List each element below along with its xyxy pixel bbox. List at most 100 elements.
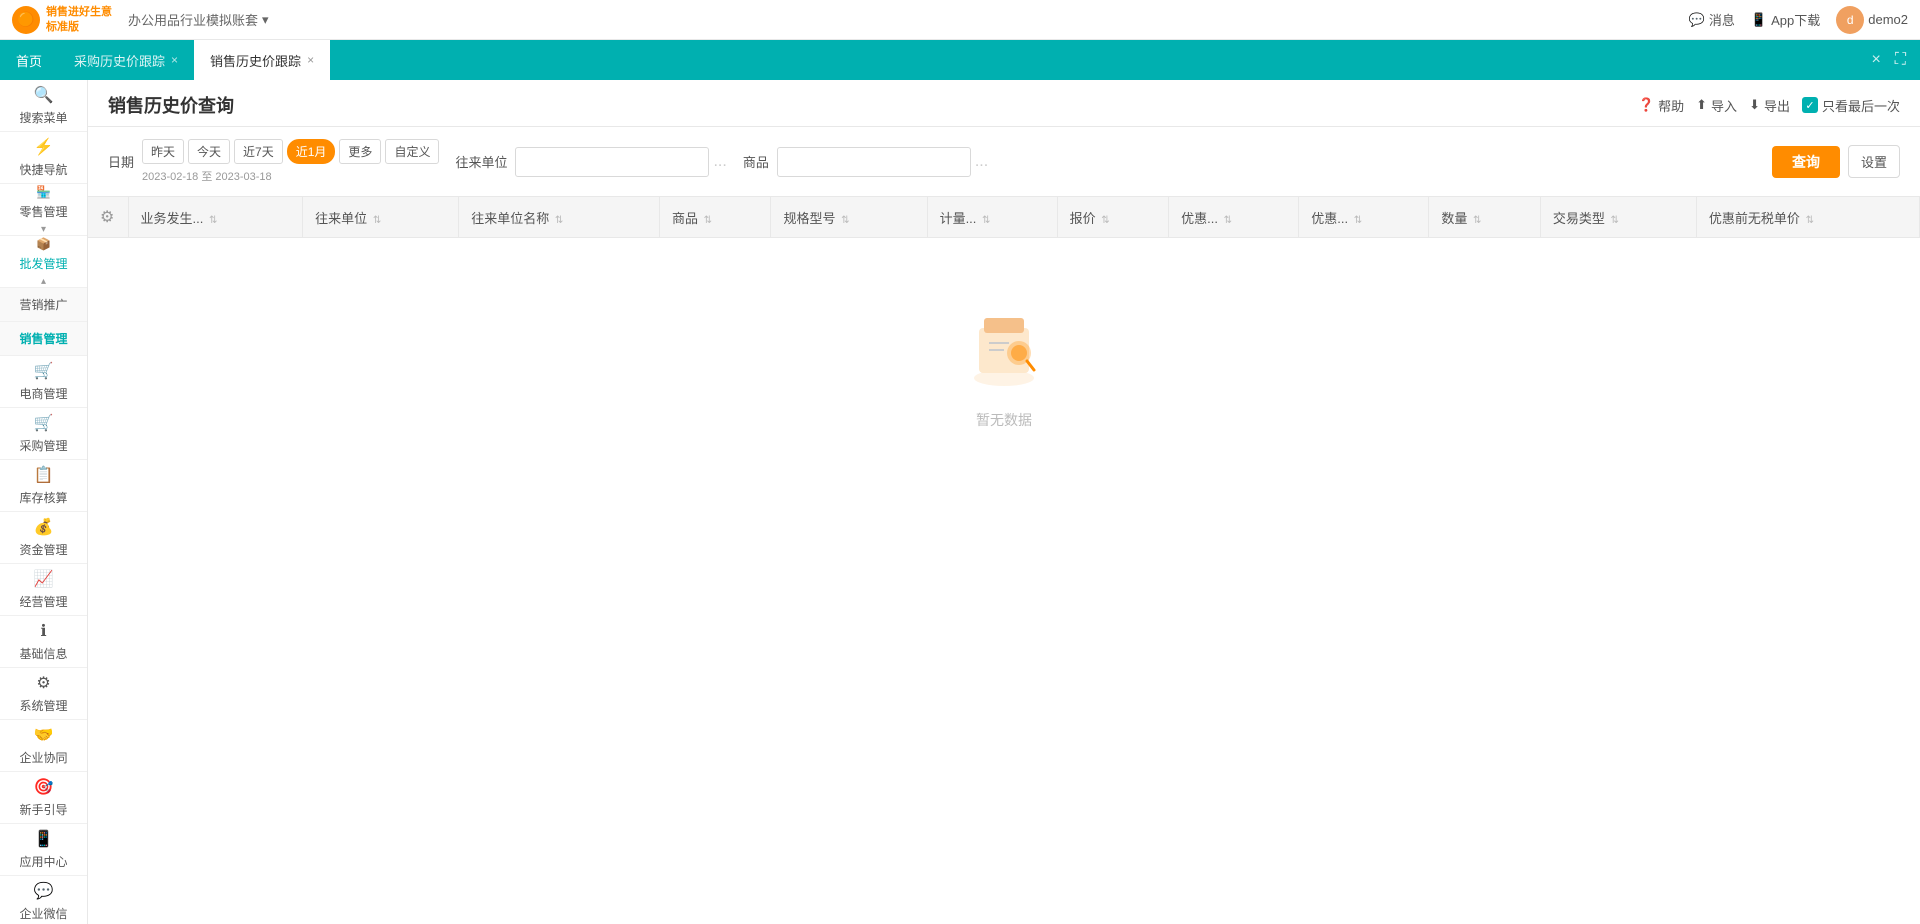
th-partner-code[interactable]: 往来单位 ⇅	[303, 197, 459, 238]
main-layout: 🔍 搜索菜单 ⚡ 快捷导航 🏪 零售管理 ▾ 📦 批发管理 ▴ 营销推广 销售管…	[0, 80, 1920, 924]
user-menu[interactable]: d demo2	[1836, 6, 1908, 34]
logo-area: 🟠 销售进好生意 标准版	[12, 5, 112, 34]
sidebar: 🔍 搜索菜单 ⚡ 快捷导航 🏪 零售管理 ▾ 📦 批发管理 ▴ 营销推广 销售管…	[0, 80, 88, 924]
system-icon: ⚙	[36, 673, 50, 693]
partner-input-group: ...	[515, 147, 726, 177]
sidebar-item-shortcut[interactable]: ⚡ 快捷导航	[0, 132, 87, 184]
date-last7-btn[interactable]: 近7天	[234, 139, 283, 164]
sidebar-item-finance[interactable]: 💰 资金管理	[0, 512, 87, 564]
th-quoted-price[interactable]: 报价 ⇅	[1057, 197, 1169, 238]
partner-label: 往来单位	[455, 152, 507, 171]
wechat-icon: 💬	[34, 881, 54, 901]
sort-arrows-quantity: ⇅	[1473, 215, 1481, 226]
sidebar-item-enterprise[interactable]: 🤝 企业协同	[0, 720, 87, 772]
sidebar-item-marketing[interactable]: 营销推广	[0, 288, 87, 322]
sort-arrows-product: ⇅	[704, 215, 712, 226]
tab-purchase[interactable]: 采购历史价跟踪 ×	[58, 40, 194, 80]
sidebar-label-basic: 基础信息	[19, 645, 67, 662]
sort-arrows-discount1: ⇅	[1224, 215, 1232, 226]
sidebar-sub-wholesale: 营销推广 销售管理	[0, 288, 87, 356]
empty-state-text: 暂无数据	[976, 410, 1032, 430]
filter-bar: 日期 昨天 今天 近7天 近1月 更多 自定义 2023-02-18 至 202…	[88, 127, 1920, 197]
sidebar-label-retail: 零售管理	[19, 203, 67, 220]
product-input[interactable]	[777, 147, 971, 177]
ecommerce-icon: 🛒	[34, 361, 54, 381]
th-biz-date[interactable]: 业务发生... ⇅	[128, 197, 303, 238]
finance-icon: 💰	[34, 517, 54, 537]
app-selector[interactable]: 办公用品行业模拟账套 ▾	[120, 10, 277, 29]
tab-sales[interactable]: 销售历史价跟踪 ×	[194, 40, 330, 80]
sidebar-label-ecommerce: 电商管理	[19, 385, 67, 402]
date-yesterday-btn[interactable]: 昨天	[142, 139, 184, 164]
date-last1m-btn[interactable]: 近1月	[287, 139, 336, 164]
date-today-btn[interactable]: 今天	[188, 139, 230, 164]
th-partner-name[interactable]: 往来单位名称 ⇅	[459, 197, 660, 238]
table-container: ⚙ 业务发生... ⇅ 往来单位 ⇅ 往来单位名称	[88, 197, 1920, 924]
date-range-text: 2023-02-18 至 2023-03-18	[142, 168, 439, 184]
maximize-button[interactable]: ⛶	[1889, 47, 1912, 73]
sidebar-item-wechat[interactable]: 💬 企业微信	[0, 876, 87, 924]
date-more-btn[interactable]: 更多	[339, 139, 381, 164]
tab-bar-actions: × ⛶	[1865, 47, 1920, 73]
sidebar-item-newbie[interactable]: 🎯 新手引导	[0, 772, 87, 824]
product-dots-button[interactable]: ...	[975, 153, 988, 171]
sidebar-item-search[interactable]: 🔍 搜索菜单	[0, 80, 87, 132]
tab-bar: 首页 采购历史价跟踪 × 销售历史价跟踪 × × ⛶	[0, 40, 1920, 80]
sidebar-label-newbie: 新手引导	[19, 801, 67, 818]
page-header-actions: ❓ 帮助 ⬆ 导入 ⬇ 导出 ✓ 只看最后一次	[1638, 96, 1900, 115]
export-button[interactable]: ⬇ 导出	[1749, 96, 1790, 115]
th-discount1[interactable]: 优惠... ⇅	[1169, 197, 1299, 238]
th-spec[interactable]: 规格型号 ⇅	[771, 197, 927, 238]
apps-icon: 📱	[34, 829, 54, 849]
sidebar-item-operations[interactable]: 📈 经营管理	[0, 564, 87, 616]
table-settings-icon[interactable]: ⚙	[100, 209, 114, 226]
data-table: ⚙ 业务发生... ⇅ 往来单位 ⇅ 往来单位名称	[88, 197, 1920, 238]
sidebar-item-sales-mgmt[interactable]: 销售管理	[0, 322, 87, 356]
date-custom-btn[interactable]: 自定义	[385, 139, 439, 164]
th-settings[interactable]: ⚙	[88, 197, 128, 238]
only-last-checkbox[interactable]: ✓ 只看最后一次	[1802, 96, 1900, 115]
inventory-icon: 📋	[34, 465, 54, 485]
top-bar-right: 💬 消息 📱 App下载 d demo2	[1689, 6, 1908, 34]
date-filter-group: 日期 昨天 今天 近7天 近1月 更多 自定义 2023-02-18 至 202…	[108, 139, 439, 184]
content-area: 销售历史价查询 ❓ 帮助 ⬆ 导入 ⬇ 导出 ✓	[88, 80, 1920, 924]
th-trade-type[interactable]: 交易类型 ⇅	[1540, 197, 1696, 238]
enterprise-icon: 🤝	[34, 725, 54, 745]
shortcut-icon: ⚡	[34, 137, 54, 157]
date-label: 日期	[108, 152, 134, 171]
tab-sales-close[interactable]: ×	[307, 53, 314, 67]
help-button[interactable]: ❓ 帮助	[1638, 96, 1684, 115]
sidebar-item-inventory[interactable]: 📋 库存核算	[0, 460, 87, 512]
retail-toggle-icon: ▾	[41, 224, 46, 235]
sidebar-item-wholesale[interactable]: 📦 批发管理 ▴	[0, 236, 87, 288]
th-pretax-price[interactable]: 优惠前无税单价 ⇅	[1696, 197, 1919, 238]
page-content: 销售历史价查询 ❓ 帮助 ⬆ 导入 ⬇ 导出 ✓	[88, 80, 1920, 924]
sidebar-item-apps[interactable]: 📱 应用中心	[0, 824, 87, 876]
partner-dots-button[interactable]: ...	[713, 153, 726, 171]
close-all-tabs-button[interactable]: ×	[1865, 47, 1886, 73]
top-bar: 🟠 销售进好生意 标准版 办公用品行业模拟账套 ▾ 💬 消息 📱 App下载 d…	[0, 0, 1920, 40]
tab-purchase-close[interactable]: ×	[171, 53, 178, 67]
partner-input[interactable]	[515, 147, 709, 177]
tab-sales-label: 销售历史价跟踪	[210, 51, 301, 70]
import-button[interactable]: ⬆ 导入	[1696, 96, 1737, 115]
tab-purchase-label: 采购历史价跟踪	[74, 51, 165, 70]
top-bar-left: 🟠 销售进好生意 标准版 办公用品行业模拟账套 ▾	[12, 5, 277, 34]
query-button[interactable]: 查询	[1772, 146, 1840, 178]
sidebar-item-ecommerce[interactable]: 🛒 电商管理	[0, 356, 87, 408]
sidebar-label-purchase-mgmt: 采购管理	[19, 437, 67, 454]
tab-home[interactable]: 首页	[0, 40, 58, 80]
messages-button[interactable]: 💬 消息	[1689, 10, 1735, 29]
th-unit[interactable]: 计量... ⇅	[927, 197, 1057, 238]
sidebar-item-system[interactable]: ⚙ 系统管理	[0, 668, 87, 720]
sidebar-item-retail[interactable]: 🏪 零售管理 ▾	[0, 184, 87, 236]
sidebar-item-purchase-mgmt[interactable]: 🛒 采购管理	[0, 408, 87, 460]
th-quantity[interactable]: 数量 ⇅	[1429, 197, 1541, 238]
sort-arrows-biz-date: ⇅	[209, 215, 217, 226]
settings-button[interactable]: 设置	[1848, 145, 1900, 178]
th-product[interactable]: 商品 ⇅	[659, 197, 771, 238]
sidebar-item-basic[interactable]: ℹ 基础信息	[0, 616, 87, 668]
th-discount2[interactable]: 优惠... ⇅	[1299, 197, 1429, 238]
app-download-button[interactable]: 📱 App下载	[1751, 10, 1820, 29]
sidebar-label-wechat: 企业微信	[19, 905, 67, 922]
